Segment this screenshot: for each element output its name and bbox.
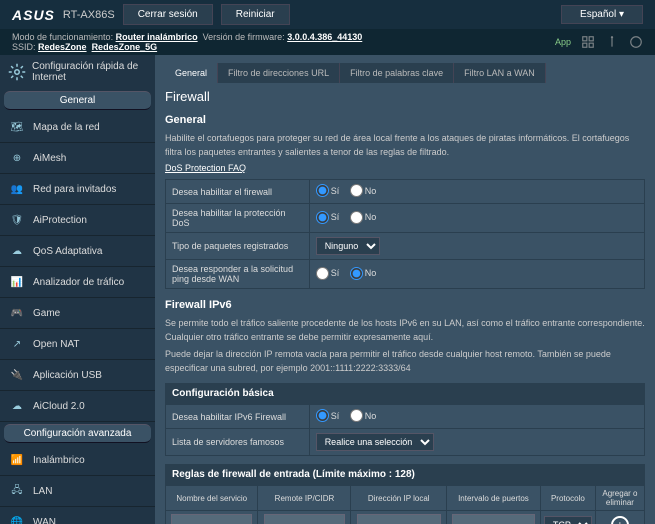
sidebar-icon: 🎮 (8, 304, 26, 322)
col-header: Agregar o eliminar (595, 486, 644, 511)
tab[interactable]: Filtro LAN a WAN (454, 63, 546, 83)
ssid-1: RedesZone (38, 42, 87, 52)
sidebar-icon: 🔌 (8, 366, 26, 384)
sidebar-item[interactable]: ⊕AiMesh (0, 143, 155, 174)
add-rule-button[interactable]: + (611, 516, 629, 524)
col-header: Intervalo de puertos (447, 486, 541, 511)
sidebar-icon: 👥 (8, 180, 26, 198)
rule-service-input[interactable] (171, 514, 252, 524)
sidebar-item[interactable]: ↗Open NAT (0, 329, 155, 360)
section-general: General (165, 114, 645, 126)
sidebar-icon: 🖧 (8, 482, 26, 500)
sidebar-item[interactable]: 🖧LAN (0, 476, 155, 507)
ipv6fw-no[interactable]: No (350, 409, 377, 422)
brand-logo: ASUS (12, 7, 55, 23)
sidebar-icon: ⊕ (8, 149, 26, 167)
sidebar-item[interactable]: 🔌Aplicación USB (0, 360, 155, 391)
language-select[interactable]: Español ▾ (561, 5, 643, 24)
packet-type-select[interactable]: Ninguno (316, 237, 380, 255)
ping-no[interactable]: No (350, 267, 377, 280)
sidebar-item[interactable]: 📶Inalámbrico (0, 445, 155, 476)
col-header: Dirección IP local (351, 486, 447, 511)
dos-faq-link[interactable]: DoS Protection FAQ (165, 163, 246, 173)
tab-row: GeneralFiltro de direcciones URLFiltro d… (165, 63, 645, 83)
tab[interactable]: General (165, 63, 218, 83)
sidebar-header-advanced: Configuración avanzada (4, 424, 151, 443)
sidebar-item[interactable]: ☁AiCloud 2.0 (0, 391, 155, 422)
tab[interactable]: Filtro de direcciones URL (218, 63, 340, 83)
sidebar-icon: ☁ (8, 397, 26, 415)
logout-button[interactable]: Cerrar sesión (123, 4, 213, 25)
rules-table: Nombre del servicioRemote IP/CIDRDirecci… (165, 485, 645, 524)
basic-config-header: Configuración básica (165, 383, 645, 404)
sidebar-item[interactable]: ☁QoS Adaptativa (0, 236, 155, 267)
sidebar-item[interactable]: 🌐WAN (0, 507, 155, 524)
firewall-no[interactable]: No (350, 184, 377, 197)
status-icon[interactable] (629, 35, 643, 49)
ssid-2: RedesZone_5G (92, 42, 158, 52)
sidebar-icon: 🗺 (8, 118, 26, 136)
model-label: RT-AX86S (63, 9, 115, 21)
dos-yes[interactable]: Sí (316, 211, 340, 224)
firmware-link[interactable]: 3.0.0.4.386_44130 (287, 32, 362, 42)
ipv6fw-yes[interactable]: Sí (316, 409, 340, 422)
sidebar-item[interactable]: 👥Red para invitados (0, 174, 155, 205)
general-desc: Habilite el cortafuegos para proteger su… (165, 132, 645, 159)
sidebar-item[interactable]: 🎮Game (0, 298, 155, 329)
tab[interactable]: Filtro de palabras clave (340, 63, 454, 83)
widget-icon[interactable] (581, 35, 595, 49)
main-content: GeneralFiltro de direcciones URLFiltro d… (155, 55, 655, 524)
gear-icon (8, 63, 26, 81)
sidebar-item[interactable]: 📊Analizador de tráfico (0, 267, 155, 298)
sidebar-icon: ↗ (8, 335, 26, 353)
ping-yes[interactable]: Sí (316, 267, 340, 280)
famous-servers-select[interactable]: Realice una selección (316, 433, 434, 451)
dos-no[interactable]: No (350, 211, 377, 224)
sidebar-item[interactable]: 🛡AiProtection (0, 205, 155, 236)
sidebar: Configuración rápida de Internet General… (0, 55, 155, 524)
app-badge[interactable]: App (555, 37, 571, 47)
info-bar: Modo de funcionamiento: Router inalámbri… (0, 29, 655, 55)
firewall-yes[interactable]: Sí (316, 184, 340, 197)
usb-icon[interactable] (605, 35, 619, 49)
top-bar: ASUS RT-AX86S Cerrar sesión Reiniciar Es… (0, 0, 655, 29)
rule-local-input[interactable] (357, 514, 441, 524)
sidebar-icon: ☁ (8, 242, 26, 260)
col-header: Protocolo (540, 486, 595, 511)
quick-setup-link[interactable]: Configuración rápida de Internet (0, 55, 155, 89)
general-settings-table: Desea habilitar el firewall Sí No Desea … (165, 179, 645, 289)
col-header: Remote IP/CIDR (258, 486, 351, 511)
op-mode-link[interactable]: Router inalámbrico (116, 32, 198, 42)
page-title: Firewall (165, 89, 645, 104)
sidebar-icon: 🛡 (8, 211, 26, 229)
rule-remote-input[interactable] (264, 514, 346, 524)
section-ipv6: Firewall IPv6 (165, 299, 645, 311)
sidebar-icon: 📊 (8, 273, 26, 291)
rule-proto-select[interactable]: TCP (544, 516, 592, 524)
col-header: Nombre del servicio (166, 486, 258, 511)
sidebar-icon: 🌐 (8, 513, 26, 524)
rule-port-input[interactable] (452, 514, 535, 524)
reboot-button[interactable]: Reiniciar (221, 4, 290, 25)
sidebar-item[interactable]: 🗺Mapa de la red (0, 112, 155, 143)
rules-header: Reglas de firewall de entrada (Límite má… (165, 464, 645, 485)
sidebar-icon: 📶 (8, 451, 26, 469)
sidebar-header-general: General (4, 91, 151, 110)
